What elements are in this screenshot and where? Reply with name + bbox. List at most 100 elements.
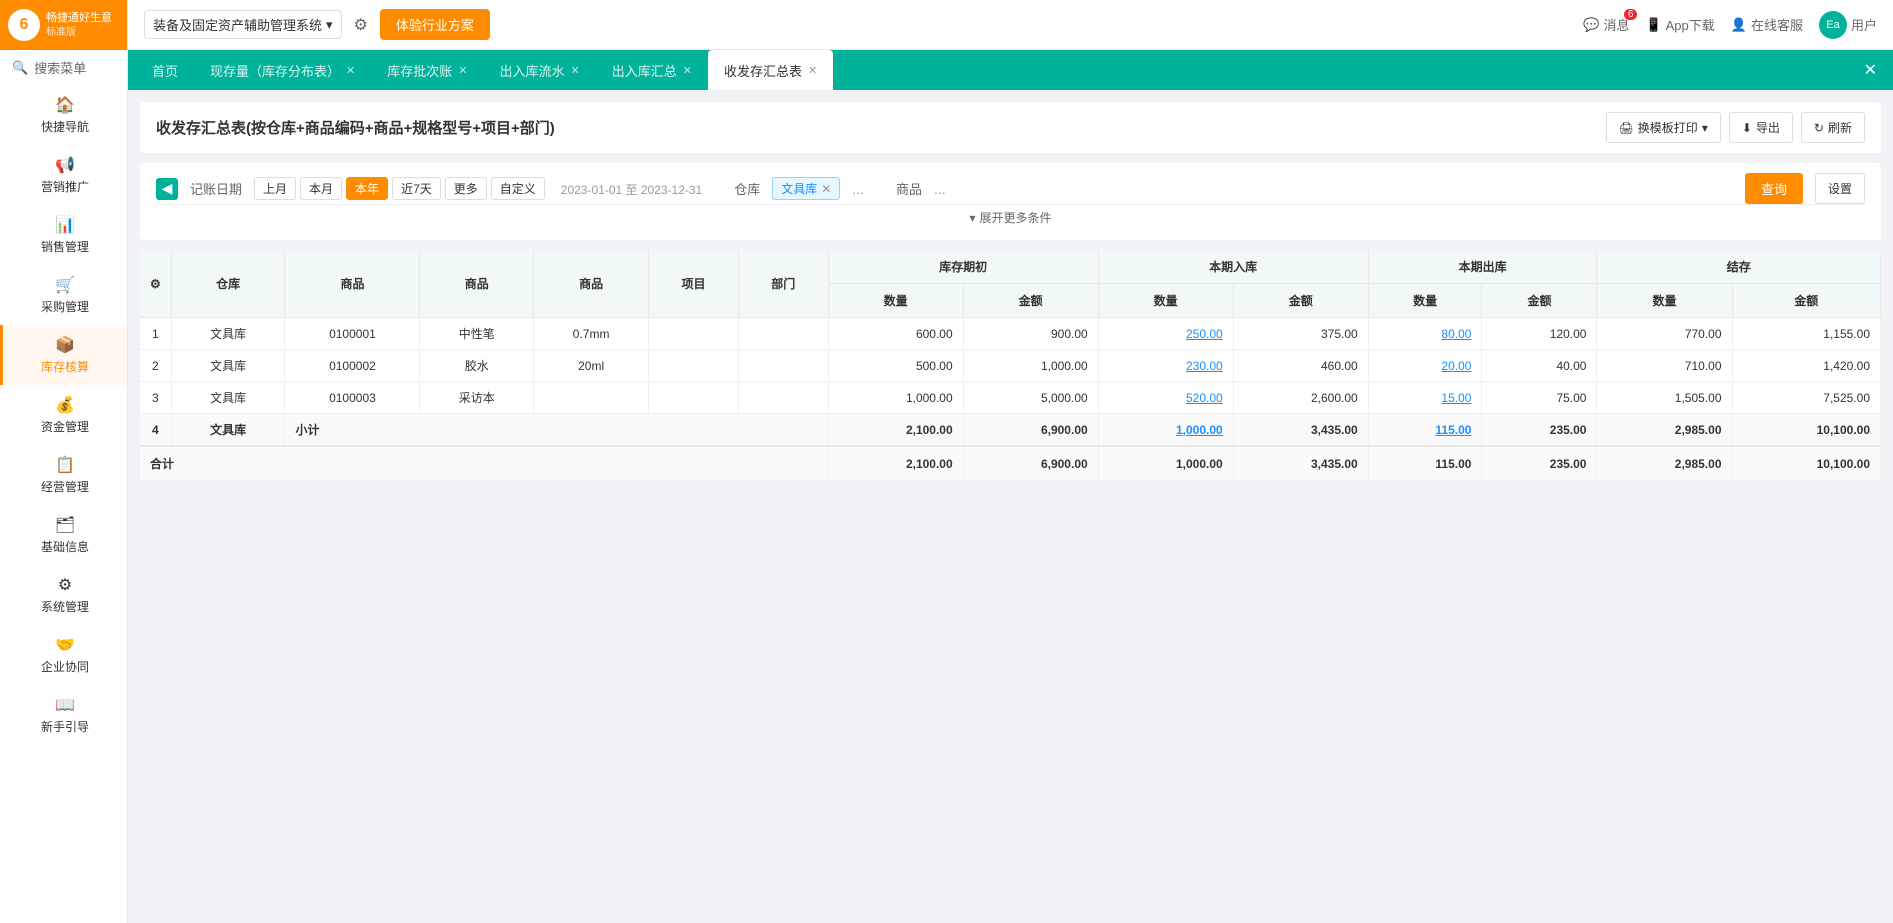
th-dept: 部门 bbox=[738, 250, 828, 318]
service-icon: 👤 bbox=[1731, 17, 1747, 33]
total-in-amt: 3,435.00 bbox=[1233, 446, 1368, 481]
user-avatar-button[interactable]: Ea 用户 bbox=[1819, 11, 1877, 39]
chevron-down-icon: ▾ bbox=[1702, 121, 1708, 135]
date-btn-more[interactable]: 更多 bbox=[445, 177, 487, 200]
page-title: 收发存汇总表(按仓库+商品编码+商品+规格型号+项目+部门) bbox=[156, 117, 555, 138]
tab-home[interactable]: 首页 bbox=[136, 50, 194, 90]
total-out-amt: 235.00 bbox=[1482, 446, 1597, 481]
sidebar-item-cooperation[interactable]: 🤝 企业协同 bbox=[0, 625, 127, 685]
row-project bbox=[649, 350, 739, 382]
subtotal-out-qty[interactable]: 115.00 bbox=[1368, 414, 1482, 447]
filter-collapse-button[interactable]: ◀ bbox=[156, 178, 178, 200]
row-in-qty[interactable]: 250.00 bbox=[1098, 318, 1233, 350]
sidebar: 6 畅捷通好生意 标准版 🔍 搜索菜单 🏠 快捷导航 📢 营销推广 📊 销售管理… bbox=[0, 0, 128, 923]
system-select[interactable]: 装备及固定资产辅助管理系统 ▾ bbox=[144, 10, 342, 39]
total-close-amt: 10,100.00 bbox=[1732, 446, 1881, 481]
warehouse-filter-dots[interactable]: ... bbox=[852, 181, 864, 197]
sidebar-item-marketing[interactable]: 📢 营销推广 bbox=[0, 145, 127, 205]
row-warehouse: 文具库 bbox=[171, 350, 285, 382]
row-out-qty[interactable]: 15.00 bbox=[1368, 382, 1482, 414]
th-close-qty: 数量 bbox=[1597, 284, 1732, 318]
date-btn-this-month[interactable]: 本月 bbox=[300, 177, 342, 200]
refresh-button[interactable]: ↻ 刷新 bbox=[1801, 112, 1865, 143]
th-goods-code: 商品 bbox=[285, 250, 420, 318]
message-button[interactable]: 💬 消息 6 bbox=[1583, 15, 1629, 34]
total-close-qty: 2,985.00 bbox=[1597, 446, 1732, 481]
online-service-button[interactable]: 👤 在线客服 bbox=[1731, 15, 1803, 34]
th-in-period: 本期入库 bbox=[1098, 250, 1368, 284]
avatar: Ea bbox=[1819, 11, 1847, 39]
sidebar-item-guide[interactable]: 📖 新手引导 bbox=[0, 685, 127, 745]
sidebar-item-purchase[interactable]: 🛒 采购管理 bbox=[0, 265, 127, 325]
guide-icon: 📖 bbox=[55, 695, 75, 715]
finance-icon: 💰 bbox=[55, 395, 75, 415]
tabs-close-all[interactable]: ✕ bbox=[1856, 60, 1885, 80]
date-btn-7days[interactable]: 近7天 bbox=[392, 177, 441, 200]
subtotal-in-qty[interactable]: 1,000.00 bbox=[1098, 414, 1233, 447]
trial-button[interactable]: 体验行业方案 bbox=[380, 9, 490, 40]
row-name: 胶水 bbox=[420, 350, 534, 382]
row-in-amt: 375.00 bbox=[1233, 318, 1368, 350]
subtotal-close-amt: 10,100.00 bbox=[1732, 414, 1881, 447]
message-icon: 💬 bbox=[1583, 17, 1599, 33]
date-range-display: 2023-01-01 至 2023-12-31 bbox=[561, 181, 702, 198]
row-name: 中性笔 bbox=[420, 318, 534, 350]
expand-more-filters[interactable]: ▾ 展开更多条件 bbox=[156, 204, 1865, 230]
export-icon: ⬇ bbox=[1742, 121, 1752, 135]
export-button[interactable]: ⬇ 导出 bbox=[1729, 112, 1793, 143]
sidebar-item-inventory[interactable]: 📦 库存核算 bbox=[0, 325, 127, 385]
th-goods-name: 商品 bbox=[420, 250, 534, 318]
th-open-qty: 数量 bbox=[828, 284, 963, 318]
tab-recv-send[interactable]: 收发存汇总表 ✕ bbox=[708, 50, 833, 90]
tab-close-inout-flow[interactable]: ✕ bbox=[571, 64, 580, 77]
tab-stock-dist[interactable]: 现存量（库存分布表） ✕ bbox=[194, 50, 371, 90]
quick-nav-icon: 🏠 bbox=[55, 95, 75, 115]
tab-inout-summary[interactable]: 出入库汇总 ✕ bbox=[596, 50, 708, 90]
th-warehouse: 仓库 bbox=[171, 250, 285, 318]
row-out-amt: 120.00 bbox=[1482, 318, 1597, 350]
row-out-qty[interactable]: 20.00 bbox=[1368, 350, 1482, 382]
sidebar-item-operations[interactable]: 📋 经营管理 bbox=[0, 445, 127, 505]
date-btn-last-month[interactable]: 上月 bbox=[254, 177, 296, 200]
system-icon: ⚙ bbox=[58, 575, 72, 595]
app-download-button[interactable]: 📱 App下载 bbox=[1645, 15, 1714, 34]
query-button[interactable]: 查询 bbox=[1745, 173, 1803, 204]
goods-filter-dots[interactable]: ... bbox=[934, 181, 946, 197]
row-in-qty[interactable]: 520.00 bbox=[1098, 382, 1233, 414]
row-dept bbox=[738, 350, 828, 382]
row-spec: 20ml bbox=[534, 350, 649, 382]
row-spec: 0.7mm bbox=[534, 318, 649, 350]
row-open-amt: 1,000.00 bbox=[963, 350, 1098, 382]
row-project bbox=[649, 382, 739, 414]
sidebar-item-system[interactable]: ⚙ 系统管理 bbox=[0, 565, 127, 625]
row-out-qty[interactable]: 80.00 bbox=[1368, 318, 1482, 350]
search-menu[interactable]: 🔍 搜索菜单 bbox=[0, 50, 127, 85]
tab-close-inout-summary[interactable]: ✕ bbox=[683, 64, 692, 77]
print-template-button[interactable]: 🖨 换模板打印 ▾ bbox=[1606, 112, 1721, 143]
th-settings[interactable]: ⚙ bbox=[140, 250, 171, 318]
date-btn-custom[interactable]: 自定义 bbox=[491, 177, 545, 200]
warehouse-tag-close[interactable]: ✕ bbox=[821, 182, 831, 196]
row-in-qty[interactable]: 230.00 bbox=[1098, 350, 1233, 382]
th-close-amt: 金额 bbox=[1732, 284, 1881, 318]
tab-batch-ledger[interactable]: 库存批次账 ✕ bbox=[371, 50, 483, 90]
sidebar-item-basic-info[interactable]: 🗂 基础信息 bbox=[0, 505, 127, 565]
th-out-amt: 金额 bbox=[1482, 284, 1597, 318]
row-close-qty: 710.00 bbox=[1597, 350, 1732, 382]
tab-close-stock-dist[interactable]: ✕ bbox=[346, 64, 355, 77]
tab-inout-flow[interactable]: 出入库流水 ✕ bbox=[483, 50, 595, 90]
row-name: 采访本 bbox=[420, 382, 534, 414]
total-label: 合计 bbox=[140, 446, 828, 481]
subtotal-out-amt: 235.00 bbox=[1482, 414, 1597, 447]
sidebar-item-quick-nav[interactable]: 🏠 快捷导航 bbox=[0, 85, 127, 145]
th-closing: 结存 bbox=[1597, 250, 1881, 284]
settings-button[interactable]: 设置 bbox=[1815, 173, 1865, 204]
sidebar-item-finance[interactable]: 💰 资金管理 bbox=[0, 385, 127, 445]
tab-close-batch-ledger[interactable]: ✕ bbox=[458, 64, 467, 77]
row-spec bbox=[534, 382, 649, 414]
date-btn-this-year[interactable]: 本年 bbox=[346, 177, 388, 200]
gear-icon[interactable]: ⚙ bbox=[354, 15, 368, 35]
filter-section: ◀ 记账日期 上月 本月 本年 近7天 更多 自定义 2023-01-01 至 … bbox=[140, 163, 1881, 240]
sidebar-item-sales[interactable]: 📊 销售管理 bbox=[0, 205, 127, 265]
tab-close-recv-send[interactable]: ✕ bbox=[808, 64, 817, 77]
